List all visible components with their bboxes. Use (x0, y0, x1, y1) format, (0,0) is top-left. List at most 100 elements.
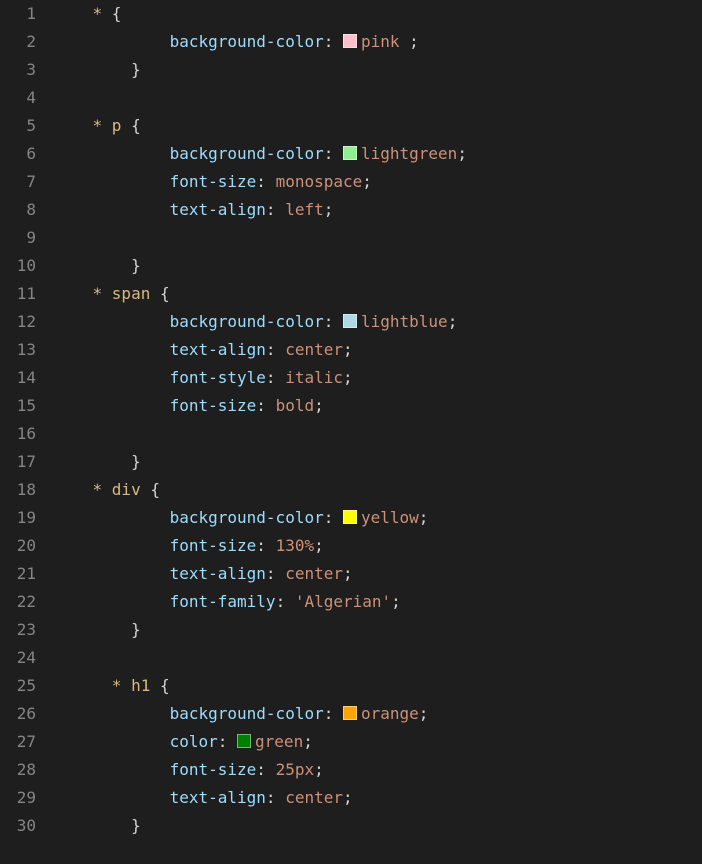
code-line[interactable]: } (54, 448, 702, 476)
token-value: green (255, 732, 303, 751)
token-semi: ; (343, 564, 353, 583)
line-number: 4 (0, 84, 36, 112)
token-prop: font-size (170, 172, 257, 191)
token-prop: text-align (170, 788, 266, 807)
token-value: 130% (276, 536, 315, 555)
token-semi: ; (419, 508, 429, 527)
code-line[interactable]: } (54, 252, 702, 280)
line-number: 17 (0, 448, 36, 476)
line-number: 2 (0, 28, 36, 56)
line-number: 3 (0, 56, 36, 84)
code-line[interactable]: text-align: center; (54, 784, 702, 812)
line-number: 20 (0, 532, 36, 560)
color-swatch-icon[interactable] (343, 146, 357, 160)
code-line[interactable]: text-align: center; (54, 336, 702, 364)
line-number: 15 (0, 392, 36, 420)
line-number: 28 (0, 756, 36, 784)
token-value: lightgreen (361, 144, 457, 163)
code-line[interactable]: * p { (54, 112, 702, 140)
token-colon: : (256, 760, 275, 779)
token-value: orange (361, 704, 419, 723)
code-line[interactable]: font-family: 'Algerian'; (54, 588, 702, 616)
token-prop: font-size (170, 396, 257, 415)
line-number: 25 (0, 672, 36, 700)
token-prop: text-align (170, 564, 266, 583)
code-line[interactable]: * { (54, 0, 702, 28)
code-line[interactable] (54, 644, 702, 672)
code-line[interactable]: } (54, 56, 702, 84)
token-value: monospace (276, 172, 363, 191)
code-line[interactable]: background-color: pink ; (54, 28, 702, 56)
line-number: 26 (0, 700, 36, 728)
token-selector: * p (93, 116, 132, 135)
code-line[interactable]: text-align: center; (54, 560, 702, 588)
token-prop: background-color (170, 508, 324, 527)
token-semi: ; (343, 788, 353, 807)
line-number: 18 (0, 476, 36, 504)
token-value: center (285, 788, 343, 807)
token-brace: { (160, 676, 170, 695)
color-swatch-icon[interactable] (343, 510, 357, 524)
token-semi: ; (314, 396, 324, 415)
token-colon: : (218, 732, 237, 751)
token-semi: ; (343, 340, 353, 359)
color-swatch-icon[interactable] (237, 734, 251, 748)
token-value: 25px (276, 760, 315, 779)
code-line[interactable]: background-color: lightblue; (54, 308, 702, 336)
line-number: 6 (0, 140, 36, 168)
token-semi: ; (362, 172, 372, 191)
token-semi: ; (324, 200, 334, 219)
code-line[interactable] (54, 84, 702, 112)
code-line[interactable]: * span { (54, 280, 702, 308)
line-number: 23 (0, 616, 36, 644)
color-swatch-icon[interactable] (343, 706, 357, 720)
token-colon: : (266, 200, 285, 219)
token-colon: : (324, 144, 343, 163)
line-number: 10 (0, 252, 36, 280)
code-line[interactable]: * h1 { (54, 672, 702, 700)
line-number: 16 (0, 420, 36, 448)
token-brace: } (131, 60, 141, 79)
line-number: 22 (0, 588, 36, 616)
code-line[interactable]: background-color: orange; (54, 700, 702, 728)
token-colon: : (256, 172, 275, 191)
line-number: 7 (0, 168, 36, 196)
code-line[interactable]: font-style: italic; (54, 364, 702, 392)
token-brace: { (160, 284, 170, 303)
token-semi: ; (448, 312, 458, 331)
token-semi: ; (303, 732, 313, 751)
code-line[interactable]: } (54, 812, 702, 840)
code-line[interactable]: color: green; (54, 728, 702, 756)
code-line[interactable] (54, 420, 702, 448)
token-prop: font-style (170, 368, 266, 387)
code-line[interactable]: font-size: 25px; (54, 756, 702, 784)
token-prop: color (170, 732, 218, 751)
token-value: center (285, 564, 343, 583)
token-selector: * span (93, 284, 160, 303)
code-line[interactable]: } (54, 616, 702, 644)
code-line[interactable]: font-size: monospace; (54, 168, 702, 196)
color-swatch-icon[interactable] (343, 34, 357, 48)
token-selector: * (93, 4, 112, 23)
code-line[interactable]: * div { (54, 476, 702, 504)
token-prop: background-color (170, 32, 324, 51)
token-value: yellow (361, 508, 419, 527)
line-number: 13 (0, 336, 36, 364)
code-line[interactable]: background-color: yellow; (54, 504, 702, 532)
token-value: 'Algerian' (295, 592, 391, 611)
code-line[interactable]: text-align: left; (54, 196, 702, 224)
color-swatch-icon[interactable] (343, 314, 357, 328)
line-number: 24 (0, 644, 36, 672)
line-number: 14 (0, 364, 36, 392)
code-line[interactable]: font-size: 130%; (54, 532, 702, 560)
token-colon: : (266, 788, 285, 807)
token-selector: * div (93, 480, 151, 499)
code-line[interactable] (54, 224, 702, 252)
code-line[interactable]: font-size: bold; (54, 392, 702, 420)
token-brace: } (131, 620, 141, 639)
code-line[interactable]: background-color: lightgreen; (54, 140, 702, 168)
token-colon: : (276, 592, 295, 611)
token-brace: } (131, 816, 141, 835)
code-editor-content[interactable]: * { background-color: pink ; } * p { bac… (54, 0, 702, 864)
line-number: 5 (0, 112, 36, 140)
